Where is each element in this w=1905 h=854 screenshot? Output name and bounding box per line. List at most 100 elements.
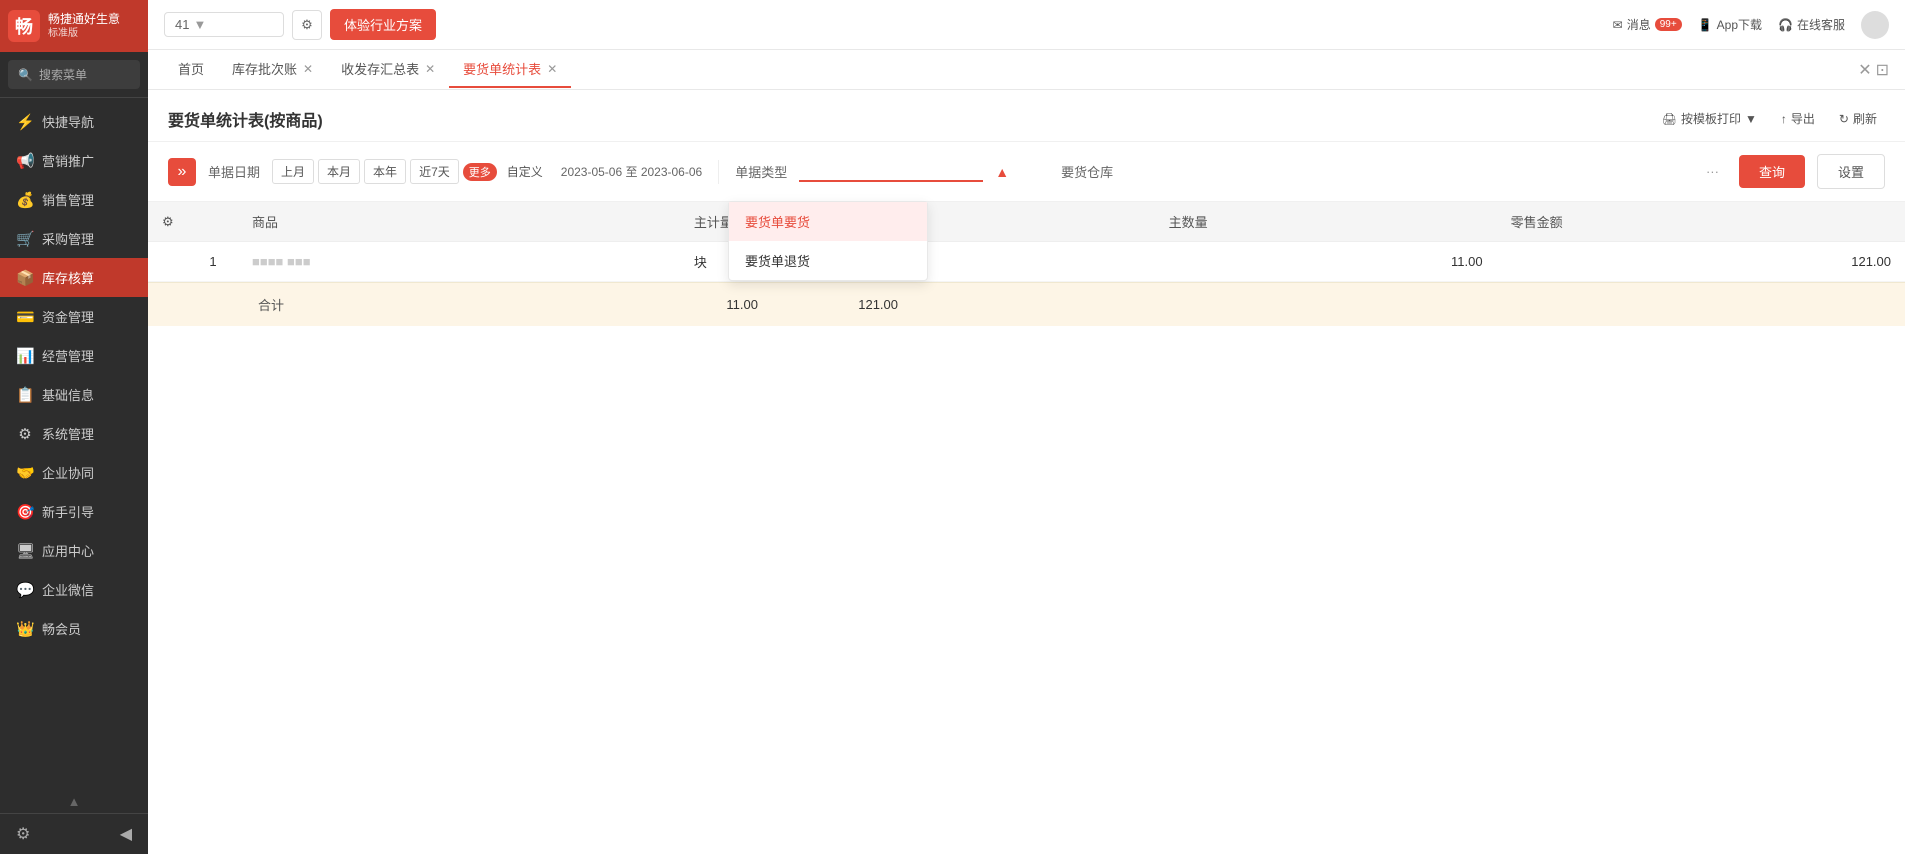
sidebar-item-basic[interactable]: 📋 基础信息 <box>0 375 148 414</box>
online-service-button[interactable]: 🎧 在线客服 <box>1778 16 1845 33</box>
data-table: ⚙ 商品 主计量单位 主数量 零售金额 1 ■■■■ ■■■ <box>148 202 1905 282</box>
page-actions: 🖨 按模板打印 ▼ ↑ 导出 ↻ 刷新 <box>1654 106 1885 131</box>
tab-close-icon[interactable]: ✕ <box>303 62 313 76</box>
cell-goods: ■■■■ ■■■ <box>238 242 680 282</box>
sidebar-item-sales[interactable]: 💰 销售管理 <box>0 180 148 219</box>
sidebar-item-inventory[interactable]: 📦 库存核算 <box>0 258 148 297</box>
column-settings-icon[interactable]: ⚙ <box>162 214 174 229</box>
type-input[interactable] <box>799 161 983 182</box>
app-title: 畅捷通好生意 标准版 <box>48 12 120 41</box>
footer-label: 合计 <box>258 295 438 314</box>
query-button[interactable]: 查询 <box>1739 155 1805 188</box>
data-table-container: ⚙ 商品 主计量单位 主数量 零售金额 1 ■■■■ ■■■ <box>148 202 1905 282</box>
more-date-badge[interactable]: 更多 <box>463 163 497 181</box>
warehouse-label: 要货仓库 <box>1061 162 1113 181</box>
tab-order-summary[interactable]: 要货单统计表 ✕ <box>449 51 571 88</box>
sidebar: 畅 畅捷通好生意 标准版 🔍 搜索菜单 ⚡ 快捷导航 📢 营销推广 💰 销售管理… <box>0 0 148 854</box>
expand-filter-button[interactable]: » <box>168 158 196 186</box>
col-quantity: 主数量 <box>1155 202 1497 242</box>
sidebar-item-finance[interactable]: 💳 资金管理 <box>0 297 148 336</box>
collapse-button[interactable]: ◀ <box>120 824 132 844</box>
search-menu-button[interactable]: 🔍 搜索菜单 <box>8 60 140 89</box>
sidebar-item-member[interactable]: 👑 畅会员 <box>0 609 148 648</box>
date-shortcuts: 上月 本月 本年 近7天 更多 自定义 <box>272 159 549 184</box>
member-icon: 👑 <box>16 620 34 638</box>
type-label: 单据类型 <box>735 162 787 181</box>
last-7-days-button[interactable]: 近7天 <box>410 159 459 184</box>
topbar-left: 41 ▼ ⚙ 体验行业方案 <box>164 9 1601 40</box>
sidebar-item-marketing[interactable]: 📢 营销推广 <box>0 141 148 180</box>
topbar: 41 ▼ ⚙ 体验行业方案 ✉ 消息 99+ 📱 App下载 🎧 在线客服 <box>148 0 1905 50</box>
dropdown-item-order-return[interactable]: 要货单退货 <box>729 241 927 280</box>
dropdown-item-order-goods[interactable]: 要货单要货 <box>729 202 927 241</box>
appstore-icon: 🖥 <box>16 542 34 560</box>
newbie-icon: 🎯 <box>16 503 34 521</box>
custom-date-button[interactable]: 自定义 <box>501 160 549 183</box>
tab-home[interactable]: 首页 <box>164 51 218 88</box>
this-year-button[interactable]: 本年 <box>364 159 406 184</box>
last-month-button[interactable]: 上月 <box>272 159 314 184</box>
tab-receivable-summary[interactable]: 收发存汇总表 ✕ <box>327 51 449 88</box>
download-icon: 📱 <box>1698 18 1713 32</box>
table-header-row: ⚙ 商品 主计量单位 主数量 零售金额 <box>148 202 1905 242</box>
page-title: 要货单统计表(按商品) <box>168 107 323 131</box>
col-goods: 商品 <box>238 202 680 242</box>
refresh-button[interactable]: ↻ 刷新 <box>1831 106 1885 131</box>
tab-close-icon[interactable]: ✕ <box>425 62 435 76</box>
print-arrow-icon: ▼ <box>1745 112 1757 126</box>
refresh-icon: ↻ <box>1839 112 1849 126</box>
sidebar-item-wechat[interactable]: 💬 企业微信 <box>0 570 148 609</box>
print-icon: 🖨 <box>1662 112 1677 126</box>
sidebar-item-newbie[interactable]: 🎯 新手引导 <box>0 492 148 531</box>
table-settings-button[interactable]: 设置 <box>1817 154 1885 189</box>
app-download-button[interactable]: 📱 App下载 <box>1698 16 1762 33</box>
main-content: 41 ▼ ⚙ 体验行业方案 ✉ 消息 99+ 📱 App下载 🎧 在线客服 <box>148 0 1905 854</box>
expand-tabs-button[interactable]: ⊡ <box>1876 60 1889 80</box>
col-settings[interactable]: ⚙ <box>148 202 188 242</box>
quicknav-icon: ⚡ <box>16 113 34 131</box>
finance-icon: 💳 <box>16 308 34 326</box>
purchase-icon: 🛒 <box>16 230 34 248</box>
sidebar-item-business[interactable]: 📊 经营管理 <box>0 336 148 375</box>
sidebar-nav: ⚡ 快捷导航 📢 营销推广 💰 销售管理 🛒 采购管理 📦 库存核算 💳 资金管… <box>0 98 148 790</box>
service-icon: 🎧 <box>1778 18 1793 32</box>
sidebar-item-system[interactable]: ⚙ 系统管理 <box>0 414 148 453</box>
filter-divider <box>718 160 719 184</box>
topbar-right: ✉ 消息 99+ 📱 App下载 🎧 在线客服 <box>1613 11 1889 39</box>
selector-arrow-icon: ▼ <box>193 17 206 32</box>
message-icon: ✉ <box>1613 18 1623 32</box>
sidebar-item-appstore[interactable]: 🖥 应用中心 <box>0 531 148 570</box>
print-button[interactable]: 🖨 按模板打印 ▼ <box>1654 106 1765 131</box>
close-all-tabs-button[interactable]: ✕ <box>1858 60 1871 80</box>
tab-bar: 首页 库存批次账 ✕ 收发存汇总表 ✕ 要货单统计表 ✕ ✕ ⊡ <box>148 50 1905 90</box>
date-range-display: 2023-05-06 至 2023-06-06 <box>561 163 702 180</box>
sidebar-scroll-down[interactable]: ▲ <box>0 790 148 813</box>
sidebar-item-purchase[interactable]: 🛒 采购管理 <box>0 219 148 258</box>
wechat-icon: 💬 <box>16 581 34 599</box>
warehouse-more-icon[interactable]: ··· <box>1706 164 1719 179</box>
export-button[interactable]: ↑ 导出 <box>1773 106 1823 131</box>
settings-gear-button[interactable]: ⚙ <box>292 10 322 40</box>
tab-inventory-batch[interactable]: 库存批次账 ✕ <box>218 51 327 88</box>
company-selector[interactable]: 41 ▼ <box>164 12 284 37</box>
sidebar-item-quicknav[interactable]: ⚡ 快捷导航 <box>0 102 148 141</box>
message-button[interactable]: ✉ 消息 99+ <box>1613 16 1682 33</box>
tab-close-icon-active[interactable]: ✕ <box>547 62 557 76</box>
basic-icon: 📋 <box>16 386 34 404</box>
table-footer: 合计 11.00 121.00 <box>148 282 1905 326</box>
marketing-icon: 📢 <box>16 152 34 170</box>
cell-quantity: 11.00 <box>1155 242 1497 282</box>
app-logo: 畅 <box>8 10 40 42</box>
cell-amount: 121.00 <box>1497 242 1905 282</box>
sidebar-item-enterprise[interactable]: 🤝 企业协同 <box>0 453 148 492</box>
cell-no: 1 <box>188 242 238 282</box>
trial-industry-button[interactable]: 体验行业方案 <box>330 9 436 40</box>
user-avatar[interactable] <box>1861 11 1889 39</box>
cell-settings <box>148 242 188 282</box>
type-dropdown-arrow[interactable]: ▲ <box>995 164 1009 180</box>
this-month-button[interactable]: 本月 <box>318 159 360 184</box>
page-content: 要货单统计表(按商品) 🖨 按模板打印 ▼ ↑ 导出 ↻ 刷新 <box>148 90 1905 854</box>
settings-button[interactable]: ⚙ <box>16 824 30 844</box>
col-amount: 零售金额 <box>1497 202 1905 242</box>
page-header: 要货单统计表(按商品) 🖨 按模板打印 ▼ ↑ 导出 ↻ 刷新 <box>148 90 1905 142</box>
